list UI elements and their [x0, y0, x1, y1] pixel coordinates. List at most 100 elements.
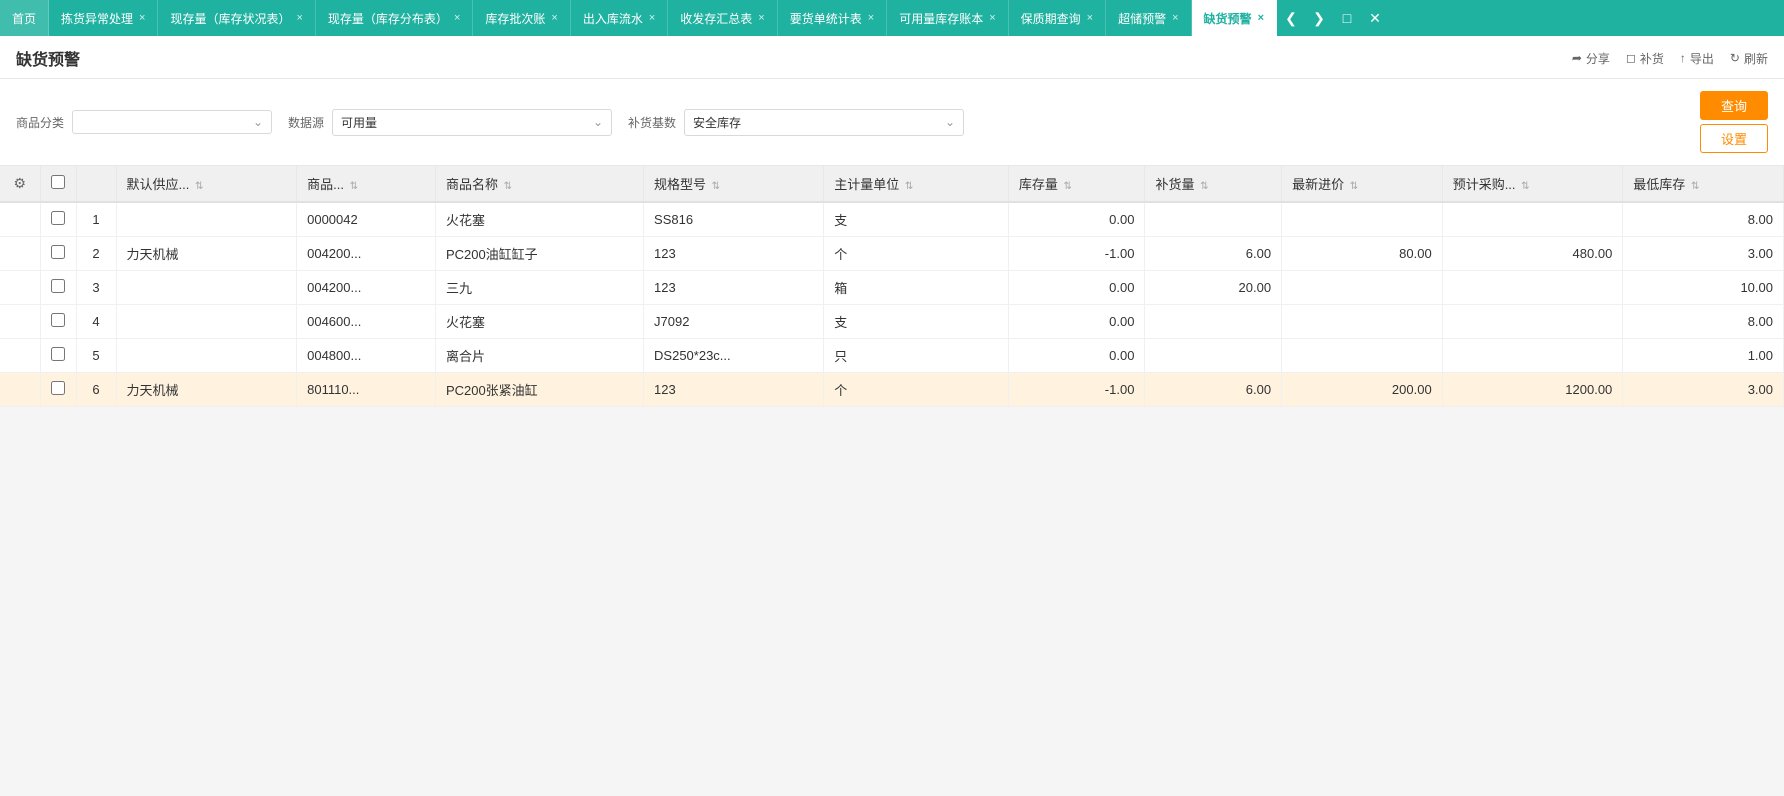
row-unit-1: 个 — [824, 237, 1009, 271]
tab-collect[interactable]: 收发存汇总表 × — [668, 0, 777, 36]
tab-close-shortage[interactable]: × — [1258, 12, 1264, 24]
row-price-3 — [1282, 305, 1443, 339]
row-name-4: 离合片 — [435, 339, 643, 373]
row-minstock-2: 10.00 — [1623, 271, 1784, 305]
datasource-select[interactable]: 可用量 ⌄ — [332, 109, 612, 136]
row-unit-3: 支 — [824, 305, 1009, 339]
tab-close-stock-status[interactable]: × — [296, 12, 302, 24]
row-index-3: 4 — [76, 305, 116, 339]
export-btn[interactable]: ↑ 导出 — [1680, 50, 1714, 67]
supplement-btn[interactable]: ◻ 补货 — [1626, 50, 1664, 67]
row-replenish-3 — [1145, 305, 1282, 339]
share-btn[interactable]: ➦ 分享 — [1572, 50, 1610, 67]
row-stock-1: -1.00 — [1008, 237, 1145, 271]
tab-close-available[interactable]: × — [989, 12, 995, 24]
tab-close-overstock[interactable]: × — [1172, 12, 1178, 24]
row-price-2 — [1282, 271, 1443, 305]
col-supplier-header[interactable]: 默认供应... ⇅ — [116, 166, 297, 202]
tab-close-batch[interactable]: × — [551, 12, 557, 24]
row-unit-0: 支 — [824, 202, 1009, 237]
tab-close-stock-dist[interactable]: × — [454, 12, 460, 24]
row-checkbox-3[interactable] — [40, 305, 76, 339]
row-est-0 — [1442, 202, 1623, 237]
col-unit-header[interactable]: 主计量单位 ⇅ — [824, 166, 1009, 202]
row-code-1: 004200... — [297, 237, 436, 271]
row-stock-4: 0.00 — [1008, 339, 1145, 373]
tab-order-stats[interactable]: 要货单统计表 × — [778, 0, 887, 36]
tab-restore-btn[interactable]: □ — [1333, 0, 1361, 36]
row-checkbox-1[interactable] — [40, 237, 76, 271]
tab-next-btn[interactable]: ❯ — [1305, 0, 1333, 36]
unit-sort-icon: ⇅ — [905, 181, 913, 192]
row-spec-2: 123 — [644, 271, 824, 305]
tab-stock-dist[interactable]: 现存量（库存分布表） × — [316, 0, 473, 36]
row-supplier-4 — [116, 339, 297, 373]
select-all-checkbox[interactable] — [51, 175, 65, 189]
row-checkbox-5[interactable] — [40, 373, 76, 407]
row-code-3: 004600... — [297, 305, 436, 339]
col-minstock-header[interactable]: 最低库存 ⇅ — [1623, 166, 1784, 202]
col-name-header[interactable]: 商品名称 ⇅ — [435, 166, 643, 202]
row-select-0[interactable] — [51, 211, 65, 225]
replenish-select[interactable]: 安全库存 ⌄ — [684, 109, 964, 136]
tab-close-abnormal[interactable]: × — [139, 12, 145, 24]
row-index-0: 1 — [76, 202, 116, 237]
row-est-4 — [1442, 339, 1623, 373]
tab-close-collect[interactable]: × — [758, 12, 764, 24]
row-supplier-5: 力天机械 — [116, 373, 297, 407]
row-select-2[interactable] — [51, 279, 65, 293]
row-settings-0 — [0, 202, 40, 237]
tab-batch[interactable]: 库存批次账 × — [473, 0, 570, 36]
col-code-header[interactable]: 商品... ⇅ — [297, 166, 436, 202]
row-name-2: 三九 — [435, 271, 643, 305]
datasource-label: 数据源 — [288, 114, 324, 131]
tab-flow[interactable]: 出入库流水 × — [571, 0, 668, 36]
tab-close-order-stats[interactable]: × — [868, 12, 874, 24]
row-settings-4 — [0, 339, 40, 373]
tab-overstock[interactable]: 超储预警 × — [1106, 0, 1191, 36]
row-select-5[interactable] — [51, 381, 65, 395]
tab-expiry[interactable]: 保质期查询 × — [1009, 0, 1106, 36]
tab-abnormal[interactable]: 拣货异常处理 × — [49, 0, 158, 36]
tab-shortage[interactable]: 缺货预警 × — [1192, 0, 1277, 36]
tab-close-expiry[interactable]: × — [1087, 12, 1093, 24]
category-select[interactable]: ⌄ — [72, 110, 272, 134]
tab-close-flow[interactable]: × — [649, 12, 655, 24]
tab-prev-btn[interactable]: ❮ — [1277, 0, 1305, 36]
row-checkbox-0[interactable] — [40, 202, 76, 237]
table-row: 3 004200... 三九 123 箱 0.00 20.00 10.00 — [0, 271, 1784, 305]
col-price-header[interactable]: 最新进价 ⇅ — [1282, 166, 1443, 202]
row-replenish-4 — [1145, 339, 1282, 373]
setting-button[interactable]: 设置 — [1700, 124, 1768, 153]
settings-icon[interactable]: ⚙ — [13, 175, 26, 191]
filter-area: 商品分类 ⌄ 数据源 可用量 ⌄ 补货基数 安全库存 ⌄ 查询 设置 — [0, 79, 1784, 166]
row-index-2: 3 — [76, 271, 116, 305]
query-button[interactable]: 查询 — [1700, 91, 1768, 120]
tab-available[interactable]: 可用量库存账本 × — [887, 0, 1008, 36]
col-settings[interactable]: ⚙ — [0, 166, 40, 202]
row-select-4[interactable] — [51, 347, 65, 361]
refresh-btn[interactable]: ↻ 刷新 — [1730, 50, 1768, 67]
row-price-1: 80.00 — [1282, 237, 1443, 271]
row-est-2 — [1442, 271, 1623, 305]
row-settings-2 — [0, 271, 40, 305]
row-checkbox-4[interactable] — [40, 339, 76, 373]
col-checkbox-header[interactable] — [40, 166, 76, 202]
row-checkbox-2[interactable] — [40, 271, 76, 305]
row-index-4: 5 — [76, 339, 116, 373]
tab-home[interactable]: 首页 — [0, 0, 49, 36]
stock-sort-icon: ⇅ — [1063, 181, 1071, 192]
col-est-header[interactable]: 预计采购... ⇅ — [1442, 166, 1623, 202]
row-select-1[interactable] — [51, 245, 65, 259]
tab-stock-status[interactable]: 现存量（库存状况表） × — [158, 0, 315, 36]
row-select-3[interactable] — [51, 313, 65, 327]
supplement-icon: ◻ — [1626, 51, 1636, 65]
col-index-header — [76, 166, 116, 202]
table-area: ⚙ 默认供应... ⇅ 商品... ⇅ 商品名称 ⇅ — [0, 166, 1784, 407]
row-code-4: 004800... — [297, 339, 436, 373]
tab-close-all-btn[interactable]: ✕ — [1361, 0, 1389, 36]
row-est-3 — [1442, 305, 1623, 339]
col-spec-header[interactable]: 规格型号 ⇅ — [644, 166, 824, 202]
col-stock-header[interactable]: 库存量 ⇅ — [1008, 166, 1145, 202]
col-replenish-header[interactable]: 补货量 ⇅ — [1145, 166, 1282, 202]
